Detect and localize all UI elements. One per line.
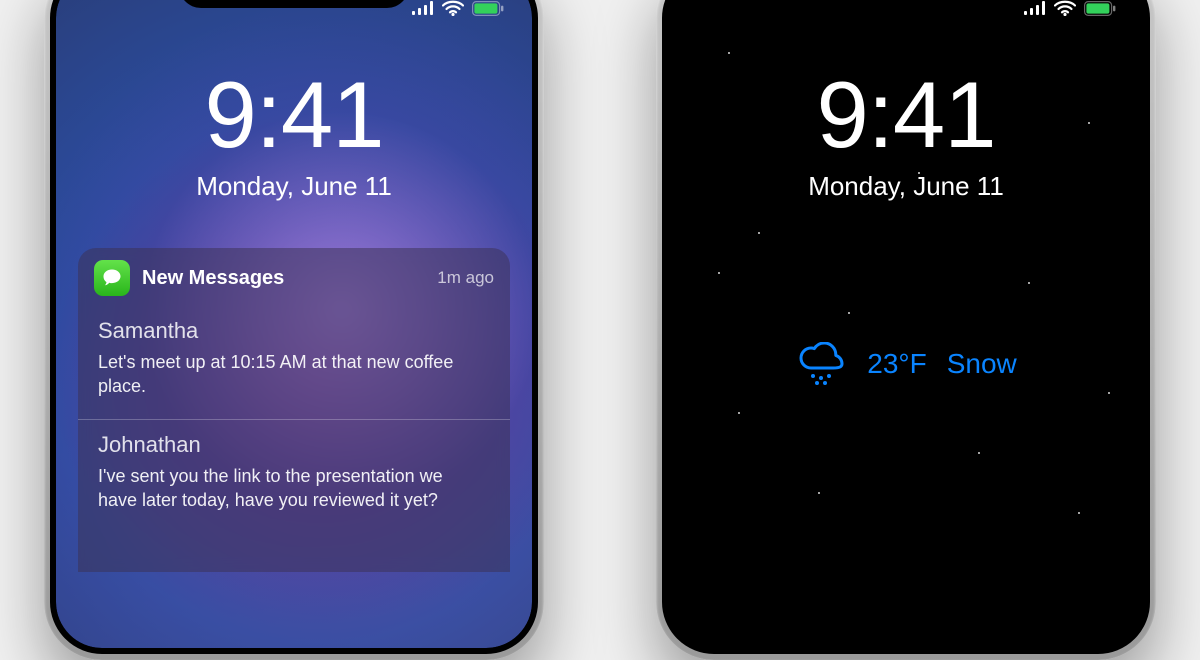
star xyxy=(738,412,740,414)
star xyxy=(1028,282,1030,284)
phone-frame: 9:41 Monday, June 11 23°F Snow xyxy=(662,0,1150,654)
iphone-dark: 9:41 Monday, June 11 23°F Snow xyxy=(656,0,1156,660)
battery-icon xyxy=(472,1,504,16)
message-item[interactable]: Johnathan I've sent you the link to the … xyxy=(78,419,510,533)
star xyxy=(758,232,760,234)
message-sender: Johnathan xyxy=(98,432,490,458)
cellular-icon xyxy=(412,1,434,15)
message-item[interactable]: Samantha Let's meet up at 10:15 AM at th… xyxy=(78,306,510,419)
message-sender: Samantha xyxy=(98,318,490,344)
star xyxy=(848,312,850,314)
star xyxy=(818,492,820,494)
wifi-icon xyxy=(1054,0,1076,16)
weather-widget[interactable]: 23°F Snow xyxy=(668,342,1144,386)
lock-screen[interactable]: 9:41 Monday, June 11 23°F Snow xyxy=(668,0,1144,648)
lock-time: 9:41 xyxy=(668,70,1144,159)
notch xyxy=(179,0,409,8)
star xyxy=(978,452,980,454)
messages-app-icon xyxy=(94,260,130,296)
notification-time: 1m ago xyxy=(437,268,494,288)
lock-date: Monday, June 11 xyxy=(56,171,532,202)
phone-frame: 9:41 Monday, June 11 New Messages 1m ago… xyxy=(50,0,538,654)
notification-group[interactable]: New Messages 1m ago Samantha Let's meet … xyxy=(78,248,510,572)
lock-screen[interactable]: 9:41 Monday, June 11 New Messages 1m ago… xyxy=(56,0,532,648)
battery-icon xyxy=(1084,1,1116,16)
clock-block: 9:41 Monday, June 11 xyxy=(668,70,1144,202)
cellular-icon xyxy=(1024,1,1046,15)
notification-title: New Messages xyxy=(142,267,425,290)
weather-condition: Snow xyxy=(947,348,1017,380)
message-body: Let's meet up at 10:15 AM at that new co… xyxy=(98,350,478,399)
star xyxy=(718,272,720,274)
lock-date: Monday, June 11 xyxy=(668,171,1144,202)
star xyxy=(1078,512,1080,514)
notification-header: New Messages 1m ago xyxy=(78,248,510,306)
notch xyxy=(791,0,1021,8)
wifi-icon xyxy=(442,0,464,16)
clock-block: 9:41 Monday, June 11 xyxy=(56,70,532,202)
message-body: I've sent you the link to the presentati… xyxy=(98,464,478,513)
lock-time: 9:41 xyxy=(56,70,532,159)
weather-temp: 23°F xyxy=(867,348,926,380)
iphone-light: 9:41 Monday, June 11 New Messages 1m ago… xyxy=(44,0,544,660)
snow-icon xyxy=(795,342,847,386)
star xyxy=(1108,392,1110,394)
star xyxy=(728,52,730,54)
